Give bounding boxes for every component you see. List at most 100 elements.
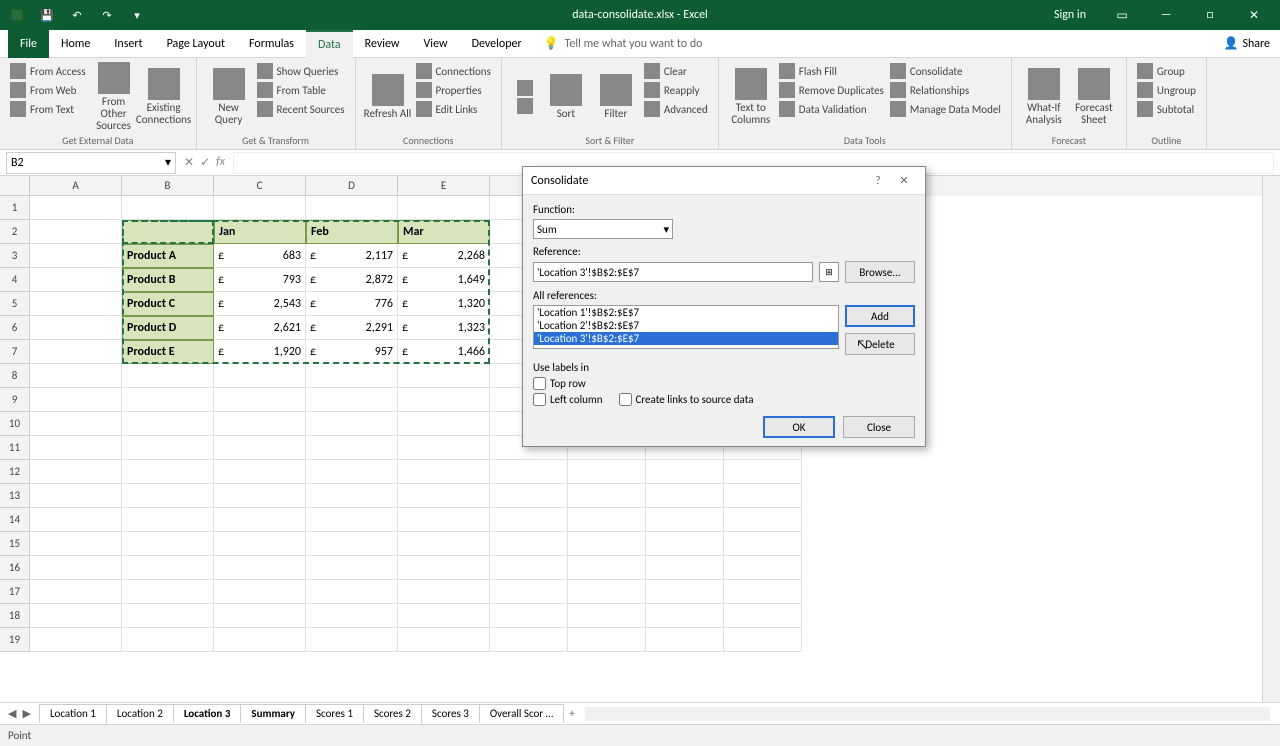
cell[interactable]: Product E	[122, 340, 214, 364]
chevron-down-icon[interactable]: ▾	[165, 155, 171, 170]
cell[interactable]	[214, 460, 306, 484]
cancel-formula-icon[interactable]: ✕	[184, 155, 194, 170]
cell[interactable]	[568, 532, 646, 556]
cell[interactable]	[306, 580, 398, 604]
flash-fill-button[interactable]: Flash Fill	[777, 62, 886, 80]
cell[interactable]	[214, 436, 306, 460]
cell[interactable]	[30, 484, 122, 508]
col-header[interactable]: C	[214, 176, 306, 196]
reapply-button[interactable]: Reapply	[642, 81, 710, 99]
row-header[interactable]: 18	[0, 604, 30, 628]
cell[interactable]	[122, 628, 214, 652]
fx-icon[interactable]: fx	[216, 155, 225, 170]
tab-pagelayout[interactable]: Page Layout	[155, 30, 237, 58]
col-header[interactable]: B	[122, 176, 214, 196]
cell[interactable]: £2,621	[214, 316, 306, 340]
cell[interactable]	[30, 292, 122, 316]
dialog-help-icon[interactable]: ?	[865, 168, 891, 194]
cell[interactable]	[306, 556, 398, 580]
cell[interactable]: £957	[306, 340, 398, 364]
left-column-checkbox[interactable]: Left column	[533, 393, 603, 406]
cell[interactable]	[646, 580, 724, 604]
cell[interactable]	[568, 628, 646, 652]
sheet-tab[interactable]: Scores 1	[305, 704, 364, 723]
cell[interactable]: Jan	[214, 220, 306, 244]
filter-button[interactable]: Filter	[592, 62, 640, 132]
cell[interactable]: £2,117	[306, 244, 398, 268]
group-button[interactable]: Group	[1135, 62, 1198, 80]
from-web-button[interactable]: From Web	[8, 81, 88, 99]
cell[interactable]	[306, 628, 398, 652]
cell[interactable]	[490, 604, 568, 628]
row-header[interactable]: 13	[0, 484, 30, 508]
ok-button[interactable]: OK	[763, 416, 835, 438]
reference-input[interactable]: 'Location 3'!$B$2:$E$7	[533, 262, 813, 282]
cell[interactable]	[724, 556, 802, 580]
redo-icon[interactable]: ↷	[96, 4, 118, 26]
cell[interactable]	[122, 532, 214, 556]
dialog-close-icon[interactable]: ✕	[891, 168, 917, 194]
cell[interactable]	[30, 220, 122, 244]
cell[interactable]	[398, 532, 490, 556]
col-header[interactable]: D	[306, 176, 398, 196]
properties-button[interactable]: Properties	[414, 81, 493, 99]
cell[interactable]	[122, 220, 214, 244]
cell[interactable]	[30, 628, 122, 652]
sort-asc-button[interactable]	[510, 62, 540, 132]
sheet-tab[interactable]: Overall Scor …	[479, 704, 564, 723]
cell[interactable]	[30, 580, 122, 604]
clear-button[interactable]: Clear	[642, 62, 710, 80]
cell[interactable]	[214, 388, 306, 412]
sheet-tab[interactable]: Location 2	[106, 704, 174, 723]
list-item[interactable]: 'Location 3'!$B$2:$E$7	[534, 332, 838, 345]
row-header[interactable]: 10	[0, 412, 30, 436]
forecast-sheet-button[interactable]: Forecast Sheet	[1070, 62, 1118, 132]
cell[interactable]	[646, 460, 724, 484]
cell[interactable]	[646, 604, 724, 628]
cell[interactable]	[568, 484, 646, 508]
cell[interactable]: £2,268	[398, 244, 490, 268]
from-text-button[interactable]: From Text	[8, 100, 88, 118]
cell[interactable]: £1,466	[398, 340, 490, 364]
consolidate-button[interactable]: Consolidate	[888, 62, 1003, 80]
row-header[interactable]: 6	[0, 316, 30, 340]
row-header[interactable]: 8	[0, 364, 30, 388]
tab-developer[interactable]: Developer	[460, 30, 534, 58]
row-header[interactable]: 12	[0, 460, 30, 484]
cell[interactable]: £1,323	[398, 316, 490, 340]
select-all-corner[interactable]	[0, 176, 30, 196]
tell-me-search[interactable]: 💡 Tell me what you want to do	[544, 36, 703, 51]
row-header[interactable]: 16	[0, 556, 30, 580]
sheet-tab[interactable]: Location 1	[39, 704, 107, 723]
cell[interactable]: £2,543	[214, 292, 306, 316]
tab-view[interactable]: View	[412, 30, 460, 58]
tab-home[interactable]: Home	[49, 30, 102, 58]
cell[interactable]	[306, 460, 398, 484]
subtotal-button[interactable]: Subtotal	[1135, 100, 1198, 118]
cell[interactable]	[306, 532, 398, 556]
cell[interactable]	[122, 388, 214, 412]
cell[interactable]	[646, 484, 724, 508]
cell[interactable]	[30, 604, 122, 628]
cell[interactable]	[724, 532, 802, 556]
cell[interactable]	[122, 508, 214, 532]
cell[interactable]: £1,649	[398, 268, 490, 292]
cell[interactable]	[122, 364, 214, 388]
close-window-icon[interactable]: ✕	[1234, 0, 1274, 30]
cell[interactable]	[214, 628, 306, 652]
ungroup-button[interactable]: Ungroup	[1135, 81, 1198, 99]
enter-formula-icon[interactable]: ✓	[200, 155, 210, 170]
cell[interactable]	[724, 604, 802, 628]
ribbon-display-icon[interactable]: ▭	[1102, 0, 1142, 30]
cell[interactable]	[490, 628, 568, 652]
cell[interactable]	[646, 628, 724, 652]
sort-button[interactable]: Sort	[542, 62, 590, 132]
tab-review[interactable]: Review	[353, 30, 412, 58]
cell[interactable]	[724, 484, 802, 508]
undo-icon[interactable]: ↶	[66, 4, 88, 26]
col-header[interactable]: A	[30, 176, 122, 196]
qat-customize-icon[interactable]: ▾	[126, 4, 148, 26]
sheet-tab[interactable]: Scores 3	[421, 704, 480, 723]
cell[interactable]	[30, 532, 122, 556]
cell[interactable]	[306, 412, 398, 436]
